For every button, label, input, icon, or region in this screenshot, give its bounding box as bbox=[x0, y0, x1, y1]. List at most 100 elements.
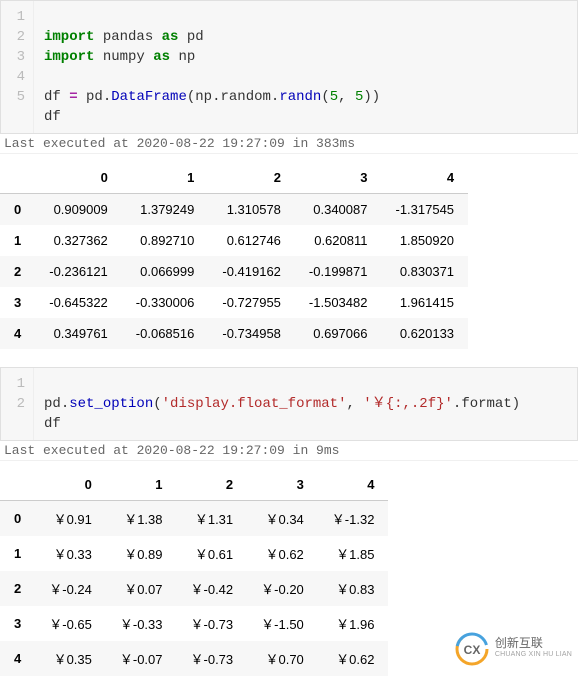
output-table-2: 0 1 2 3 4 0￥0.91￥1.38￥1.31￥0.34￥-1.321￥0… bbox=[0, 469, 388, 676]
watermark-text: 创新互联 CHUANG XIN HU LIAN bbox=[495, 637, 572, 661]
table-row: 3￥-0.65￥-0.33￥-0.73￥-1.50￥1.96 bbox=[0, 606, 388, 641]
code-cell-1: 1 2 3 4 5 import pandas as pd import num… bbox=[0, 0, 578, 134]
row-index: 0 bbox=[0, 194, 35, 226]
col-header: 0 bbox=[35, 162, 122, 194]
code-text: random bbox=[221, 89, 271, 105]
cell-value: 1.850920 bbox=[381, 225, 468, 256]
row-index: 3 bbox=[0, 287, 35, 318]
comma: , bbox=[338, 89, 355, 105]
cell-value: 0.892710 bbox=[122, 225, 209, 256]
cell-value: ￥1.96 bbox=[318, 606, 389, 641]
cell-value: -1.317545 bbox=[381, 194, 468, 226]
row-index: 1 bbox=[0, 225, 35, 256]
cell-value: 1.379249 bbox=[122, 194, 209, 226]
table-row: 00.9090091.3792491.3105780.340087-1.3175… bbox=[0, 194, 468, 226]
code-text: df bbox=[44, 416, 61, 432]
cell-value: ￥1.31 bbox=[177, 501, 248, 537]
code-text: np bbox=[195, 89, 212, 105]
cell-value: -0.419162 bbox=[208, 256, 295, 287]
svg-text:CX: CX bbox=[464, 643, 481, 657]
cell-value: ￥0.07 bbox=[106, 571, 177, 606]
cell-value: ￥1.85 bbox=[318, 536, 389, 571]
cell-value: 0.327362 bbox=[35, 225, 122, 256]
line-number: 4 bbox=[7, 67, 25, 87]
cell-value: -0.330006 bbox=[122, 287, 209, 318]
code-text: pandas bbox=[94, 29, 161, 45]
exec-status-1: Last executed at 2020-08-22 19:27:09 in … bbox=[0, 134, 578, 154]
line-number: 3 bbox=[7, 47, 25, 67]
line-number: 1 bbox=[7, 374, 25, 394]
cell-value: ￥-0.33 bbox=[106, 606, 177, 641]
col-header: 3 bbox=[247, 469, 318, 501]
row-index: 2 bbox=[0, 571, 35, 606]
code-text: pd bbox=[78, 89, 103, 105]
cell-value: ￥-1.32 bbox=[318, 501, 389, 537]
row-index: 2 bbox=[0, 256, 35, 287]
line-number: 2 bbox=[7, 27, 25, 47]
cell-value: ￥0.83 bbox=[318, 571, 389, 606]
cell-value: ￥0.62 bbox=[318, 641, 389, 676]
function: set_option bbox=[69, 396, 153, 412]
cell-value: ￥0.62 bbox=[247, 536, 318, 571]
col-header: 4 bbox=[318, 469, 389, 501]
code-text: numpy bbox=[94, 49, 153, 65]
cell-value: -0.236121 bbox=[35, 256, 122, 287]
keyword: import bbox=[44, 49, 94, 65]
cell-value: -0.727955 bbox=[208, 287, 295, 318]
cell-value: 0.340087 bbox=[295, 194, 382, 226]
col-header bbox=[0, 469, 35, 501]
col-header: 1 bbox=[122, 162, 209, 194]
cell-value: ￥0.35 bbox=[35, 641, 106, 676]
watermark-en: CHUANG XIN HU LIAN bbox=[495, 649, 572, 661]
col-header: 2 bbox=[208, 162, 295, 194]
paren: ( bbox=[321, 89, 329, 105]
comma: , bbox=[346, 396, 363, 412]
watermark-logo-icon: CX bbox=[455, 632, 489, 666]
cell-value: -1.503482 bbox=[295, 287, 382, 318]
cell-value: ￥-0.20 bbox=[247, 571, 318, 606]
table-row: 10.3273620.8927100.6127460.6208111.85092… bbox=[0, 225, 468, 256]
dot: . bbox=[61, 396, 69, 412]
cell-value: ￥0.61 bbox=[177, 536, 248, 571]
number: 5 bbox=[330, 89, 338, 105]
col-header: 4 bbox=[381, 162, 468, 194]
code-text: format bbox=[461, 396, 511, 412]
line-number: 2 bbox=[7, 394, 25, 414]
keyword: as bbox=[153, 49, 170, 65]
code-cell-2: 1 2 pd.set_option('display.float_format'… bbox=[0, 367, 578, 441]
cell-value: -0.199871 bbox=[295, 256, 382, 287]
cell-value: -0.734958 bbox=[208, 318, 295, 349]
cell-value: 0.349761 bbox=[35, 318, 122, 349]
table-row: 2￥-0.24￥0.07￥-0.42￥-0.20￥0.83 bbox=[0, 571, 388, 606]
col-header: 2 bbox=[177, 469, 248, 501]
cell-value: 0.612746 bbox=[208, 225, 295, 256]
row-index: 4 bbox=[0, 641, 35, 676]
table-row: 4￥0.35￥-0.07￥-0.73￥0.70￥0.62 bbox=[0, 641, 388, 676]
code-area[interactable]: pd.set_option('display.float_format', '￥… bbox=[34, 368, 577, 440]
output-table-1: 0 1 2 3 4 00.9090091.3792491.3105780.340… bbox=[0, 162, 468, 349]
cell-value: ￥0.33 bbox=[35, 536, 106, 571]
watermark: CX 创新互联 CHUANG XIN HU LIAN bbox=[455, 632, 572, 666]
cell-value: ￥0.89 bbox=[106, 536, 177, 571]
cell-value: 0.697066 bbox=[295, 318, 382, 349]
cell-value: 0.830371 bbox=[381, 256, 468, 287]
string: 'display.float_format' bbox=[162, 396, 347, 412]
code-text: pd bbox=[44, 396, 61, 412]
paren: ) bbox=[363, 89, 371, 105]
string: '￥{:,.2f}' bbox=[363, 396, 453, 412]
table-row: 40.349761-0.068516-0.7349580.6970660.620… bbox=[0, 318, 468, 349]
cell-value: -0.645322 bbox=[35, 287, 122, 318]
cell-value: -0.068516 bbox=[122, 318, 209, 349]
table-row: 3-0.645322-0.330006-0.727955-1.5034821.9… bbox=[0, 287, 468, 318]
cell-value: 1.310578 bbox=[208, 194, 295, 226]
line-gutter: 1 2 3 4 5 bbox=[1, 1, 34, 133]
exec-status-2: Last executed at 2020-08-22 19:27:09 in … bbox=[0, 441, 578, 461]
row-index: 0 bbox=[0, 501, 35, 537]
code-text: pd bbox=[178, 29, 203, 45]
code-area[interactable]: import pandas as pd import numpy as np d… bbox=[34, 1, 577, 133]
dot: . bbox=[103, 89, 111, 105]
col-header: 3 bbox=[295, 162, 382, 194]
row-index: 1 bbox=[0, 536, 35, 571]
cell-value: ￥1.38 bbox=[106, 501, 177, 537]
watermark-cn: 创新互联 bbox=[495, 637, 572, 649]
